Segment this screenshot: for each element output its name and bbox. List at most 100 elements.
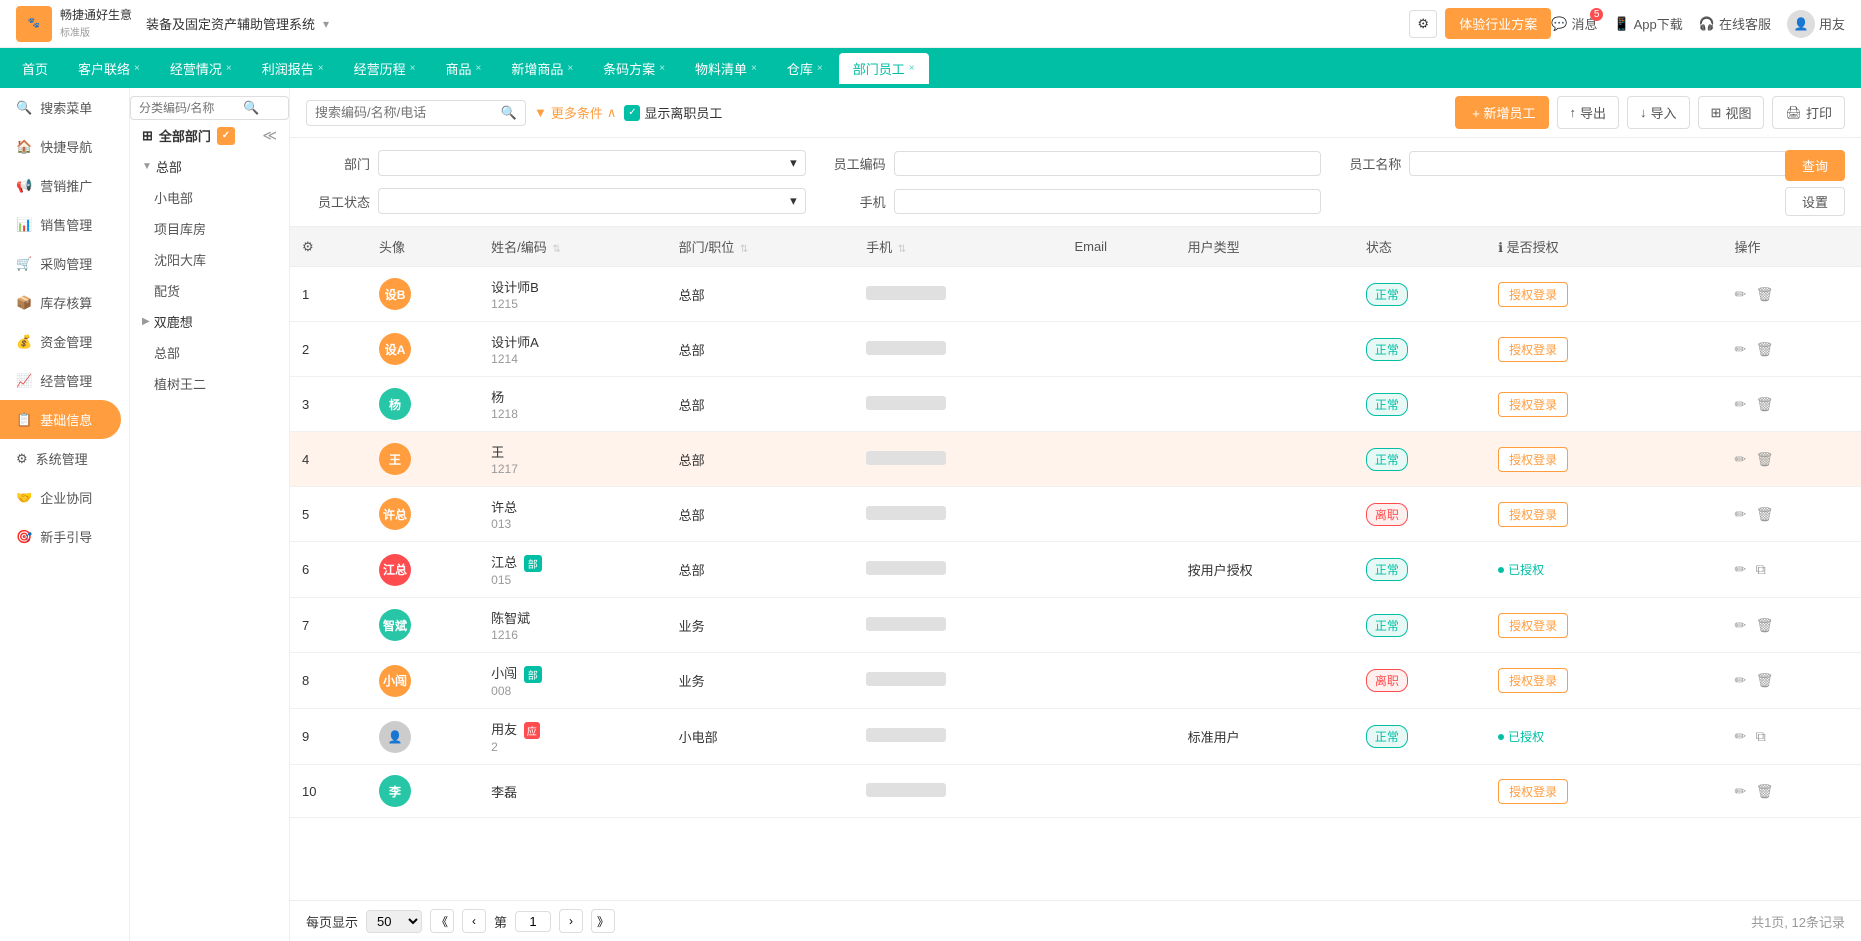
phone-filter-input[interactable] [894,189,1322,214]
delete-button[interactable]: 🗑 [1756,506,1774,522]
close-icon[interactable]: × [410,63,416,74]
close-icon[interactable]: × [134,63,140,74]
col-settings[interactable]: ⚙ [290,227,367,267]
auth-login-button[interactable]: 授权登录 [1498,392,1568,417]
tab-profit[interactable]: 利润报告 × [248,53,338,84]
sidebar-item-system[interactable]: ⚙ 系统管理 [0,439,129,478]
dept-item-xiangmukufang[interactable]: 项目库房 [130,213,289,244]
edit-button[interactable]: ✏ [1734,506,1746,522]
dept-group-shuanglu[interactable]: ▶ 双鹿想 [130,306,289,337]
close-icon[interactable]: × [318,63,324,74]
auth-login-button[interactable]: 授权登录 [1498,779,1568,804]
tab-history[interactable]: 经营历程 × [340,53,430,84]
settings-button[interactable]: ⚙ [1409,10,1437,38]
auth-login-button[interactable]: 授权登录 [1498,502,1568,527]
tab-barcode[interactable]: 条码方案 × [589,53,679,84]
dept-item-peihuo[interactable]: 配货 [130,275,289,306]
prev-page-button[interactable]: ‹ [462,909,486,933]
sidebar-item-sales[interactable]: 📊 销售管理 [0,205,129,244]
dept-item-zongbu2[interactable]: 总部 [130,337,289,368]
col-name[interactable]: 姓名/编码 ⇅ [479,227,667,267]
user-menu[interactable]: 👤 用友 [1787,10,1845,38]
edit-button[interactable]: ✏ [1734,672,1746,688]
empname-filter-input[interactable] [1409,151,1837,176]
page-number-input[interactable] [515,911,551,932]
auth-login-button[interactable]: 授权登录 [1498,447,1568,472]
tab-home[interactable]: 首页 [8,53,62,84]
close-icon[interactable]: × [226,63,232,74]
tab-goods[interactable]: 商品 × [431,53,495,84]
dept-item-zhishu[interactable]: 植树王二 [130,368,289,399]
sidebar-item-marketing[interactable]: 📢 营销推广 [0,166,129,205]
empstatus-filter-select[interactable]: ▾ [378,188,806,214]
page-size-select[interactable]: 50 20 100 [366,910,422,933]
auth-login-button[interactable]: 授权登录 [1498,337,1568,362]
tab-customer[interactable]: 客户联络 × [64,53,154,84]
close-icon[interactable]: × [567,63,573,74]
close-icon[interactable]: × [475,63,481,74]
collapse-button[interactable]: ≪ [262,127,277,144]
next-page-button[interactable]: › [559,909,583,933]
sidebar-item-quicknav[interactable]: 🏠 快捷导航 [0,127,129,166]
delete-button[interactable]: 🗑 [1756,286,1774,302]
trial-button[interactable]: 体验行业方案 [1445,8,1551,39]
sidebar-item-finance[interactable]: 💰 资金管理 [0,322,129,361]
copy-button[interactable]: ⧉ [1756,728,1766,744]
app-download-button[interactable]: 📱 App下载 [1613,14,1682,33]
online-service-button[interactable]: 🎧 在线客服 [1699,14,1771,33]
edit-button[interactable]: ✏ [1734,341,1746,357]
close-icon[interactable]: × [817,63,823,74]
add-employee-button[interactable]: + 新增员工 [1455,96,1548,129]
delete-button[interactable]: 🗑 [1756,396,1774,412]
auth-login-button[interactable]: 授权登录 [1498,668,1568,693]
sidebar-search[interactable]: 🔍 搜索菜单 [0,88,129,127]
edit-button[interactable]: ✏ [1734,396,1746,412]
edit-button[interactable]: ✏ [1734,617,1746,633]
dept-filter-select[interactable]: ▾ [378,150,806,176]
query-button[interactable]: 查询 [1785,150,1845,181]
dept-item-shenyang[interactable]: 沈阳大库 [130,244,289,275]
edit-button[interactable]: ✏ [1734,451,1746,467]
last-page-button[interactable]: 》 [591,909,615,933]
empcode-filter-input[interactable] [894,151,1322,176]
delete-button[interactable]: 🗑 [1756,341,1774,357]
copy-button[interactable]: ⧉ [1756,561,1766,577]
first-page-button[interactable]: 《 [430,909,454,933]
delete-button[interactable]: 🗑 [1756,451,1774,467]
sidebar-item-guide[interactable]: 🎯 新手引导 [0,517,129,556]
dept-all-label[interactable]: ⊞ 全部部门 ✓ [142,126,235,145]
sidebar-item-purchase[interactable]: 🛒 采购管理 [0,244,129,283]
close-icon[interactable]: × [751,63,757,74]
auth-login-button[interactable]: 授权登录 [1498,282,1568,307]
tab-warehouse[interactable]: 仓库 × [773,53,837,84]
edit-button[interactable]: ✏ [1734,286,1746,302]
col-phone[interactable]: 手机 ⇅ [854,227,1062,267]
tab-bom[interactable]: 物料清单 × [681,53,771,84]
dept-group-zongbu[interactable]: ▼ 总部 [130,151,289,182]
sidebar-item-operations[interactable]: 📈 经营管理 [0,361,129,400]
dropdown-arrow-icon[interactable]: ▾ [323,17,329,31]
auth-login-button[interactable]: 授权登录 [1498,613,1568,638]
tab-employees[interactable]: 部门员工 × [839,53,929,84]
sidebar-item-enterprise[interactable]: 🤝 企业协同 [0,478,129,517]
set-button[interactable]: 设置 [1785,187,1845,216]
edit-button[interactable]: ✏ [1734,728,1746,744]
sidebar-item-inventory[interactable]: 📦 库存核算 [0,283,129,322]
tab-operations[interactable]: 经营情况 × [156,53,246,84]
message-button[interactable]: 💬 消息 5 [1551,14,1597,33]
col-dept[interactable]: 部门/职位 ⇅ [667,227,855,267]
search-input[interactable] [315,105,497,120]
tab-new-goods[interactable]: 新增商品 × [497,53,587,84]
delete-button[interactable]: 🗑 [1756,783,1774,799]
dept-item-xiaodianbu[interactable]: 小电部 [130,182,289,213]
more-filter-button[interactable]: ▼ 更多条件 ∧ [534,103,616,122]
edit-button[interactable]: ✏ [1734,561,1746,577]
export-button[interactable]: ↑ 导出 [1557,96,1620,129]
import-button[interactable]: ↓ 导入 [1627,96,1690,129]
view-button[interactable]: ⊞ 视图 [1698,96,1765,129]
print-button[interactable]: 🖨 打印 [1772,96,1845,129]
dept-search-input[interactable] [139,101,239,115]
delete-button[interactable]: 🗑 [1756,672,1774,688]
close-icon[interactable]: × [659,63,665,74]
edit-button[interactable]: ✏ [1734,783,1746,799]
